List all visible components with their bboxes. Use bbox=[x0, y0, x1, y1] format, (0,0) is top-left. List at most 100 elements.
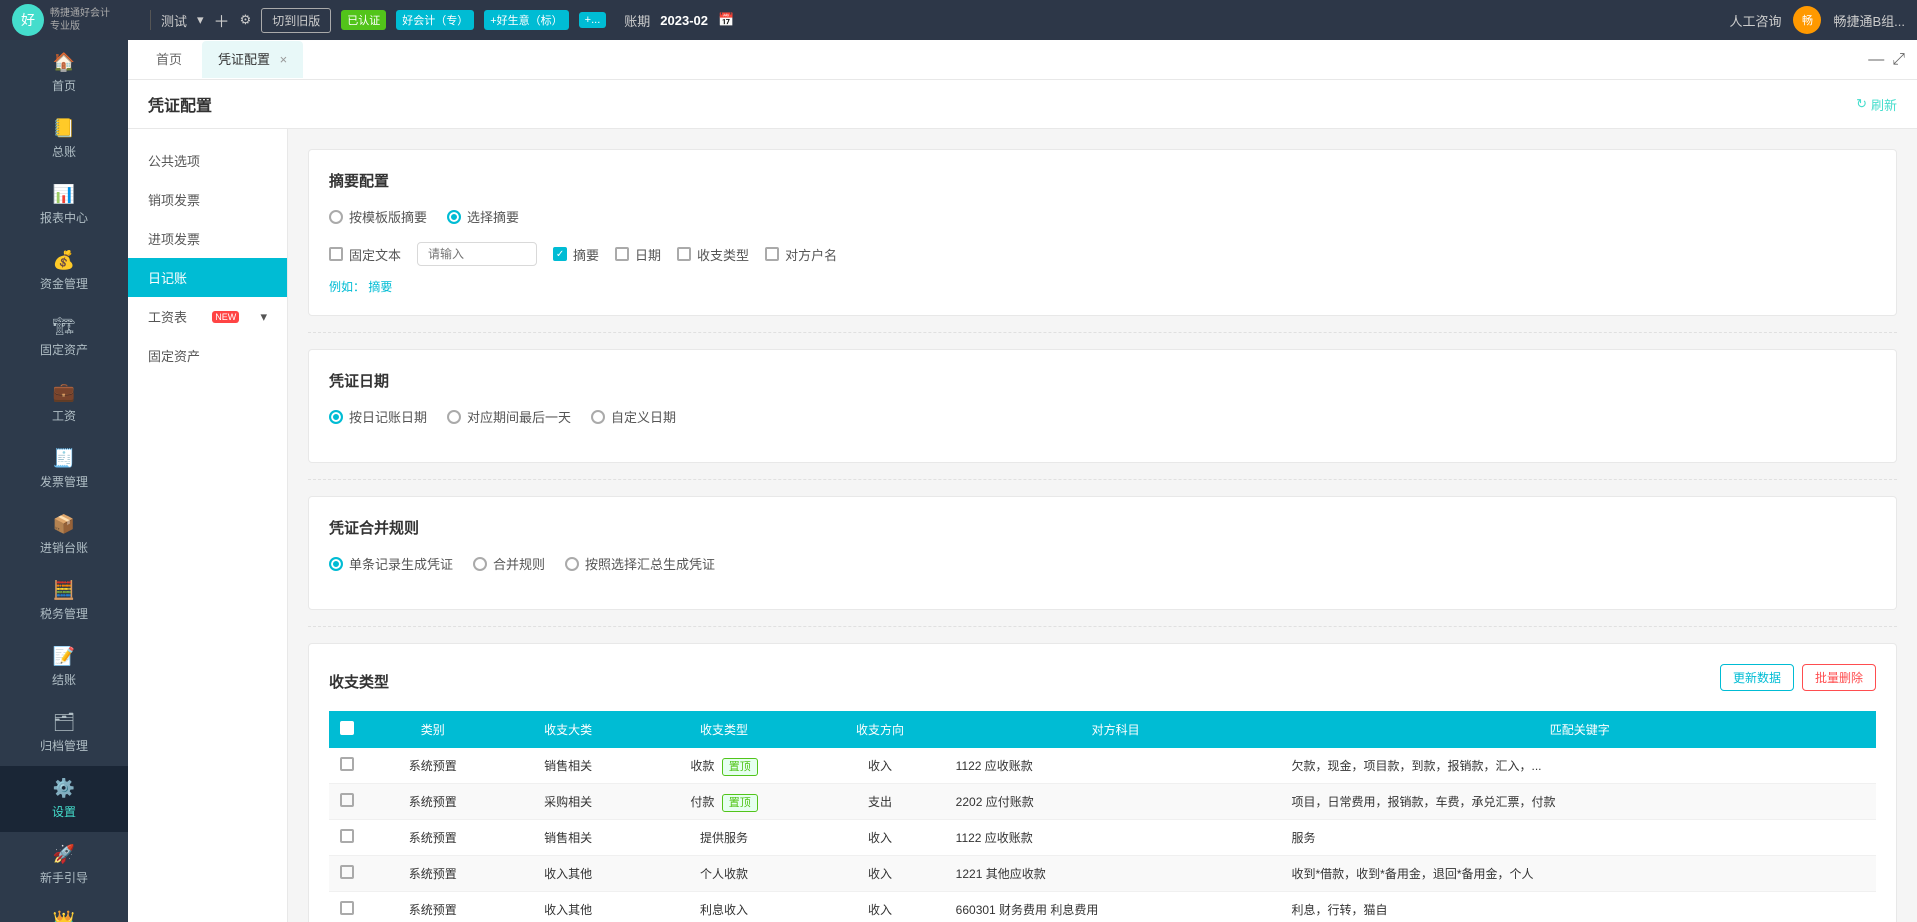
row5-checkbox[interactable] bbox=[329, 892, 365, 922]
sidebar-item-salary[interactable]: 💼 工资 bbox=[0, 370, 128, 436]
summary-radio-select[interactable]: 选择摘要 bbox=[447, 207, 519, 226]
row3-category: 系统预置 bbox=[365, 820, 500, 856]
counterpart-checkbox bbox=[765, 247, 779, 261]
refresh-button[interactable]: ↻ 刷新 bbox=[1856, 95, 1897, 114]
sidebar-item-archive[interactable]: 🗂 归档管理 bbox=[0, 700, 128, 766]
switch-version-button[interactable]: 切到旧版 bbox=[261, 8, 331, 33]
sidebar-item-fixed-assets[interactable]: 🏗 固定资产 bbox=[0, 304, 128, 370]
sidebar-item-purchase[interactable]: 📦 进销台账 bbox=[0, 502, 128, 568]
select-all-checkbox[interactable] bbox=[340, 721, 354, 735]
invoice-icon: 🧾 bbox=[53, 448, 75, 469]
payroll-arrow-icon: ▾ bbox=[260, 309, 267, 325]
left-nav-fixed-assets-sub[interactable]: 固定资产 bbox=[128, 336, 287, 375]
row4-checkbox[interactable] bbox=[329, 856, 365, 892]
sidebar-item-home[interactable]: 🏠 首页 bbox=[0, 40, 128, 106]
summary-radio-template[interactable]: 按模板版摘要 bbox=[329, 207, 427, 226]
row5-major: 收入其他 bbox=[500, 892, 635, 922]
sidebar-item-ledger[interactable]: 📒 总账 bbox=[0, 106, 128, 172]
right-content: 摘要配置 按模板版摘要 选择摘要 bbox=[288, 129, 1917, 922]
left-nav-payroll[interactable]: 工资表 NEW ▾ bbox=[128, 297, 287, 336]
sidebar-label-reports: 报表中心 bbox=[40, 209, 88, 226]
period-value: 2023-02 bbox=[660, 13, 708, 28]
merge-radio-select-total-circle bbox=[565, 557, 579, 571]
tab-close-icon[interactable]: × bbox=[280, 52, 288, 67]
merge-radio-select-total[interactable]: 按照选择汇总生成凭证 bbox=[565, 554, 715, 573]
checkbox-income-type[interactable]: 收支类型 bbox=[677, 245, 749, 264]
reports-icon: 📊 bbox=[53, 184, 75, 205]
row1-category: 系统预置 bbox=[365, 748, 500, 784]
sidebar-label-purchase: 进销台账 bbox=[40, 539, 88, 556]
left-nav-sales-invoice[interactable]: 销项发票 bbox=[128, 180, 287, 219]
sidebar-item-reports[interactable]: 📊 报表中心 bbox=[0, 172, 128, 238]
sidebar-label-closing: 结账 bbox=[52, 671, 76, 688]
topbar-dropdown-icon[interactable]: ▾ bbox=[197, 12, 204, 28]
row3-account: 1122 应收账款 bbox=[948, 820, 1284, 856]
date-radio-custom[interactable]: 自定义日期 bbox=[591, 407, 676, 426]
brand-icon: 好 bbox=[12, 4, 44, 36]
left-nav-purchase-invoice[interactable]: 进项发票 bbox=[128, 219, 287, 258]
checkbox-date[interactable]: 日期 bbox=[615, 245, 661, 264]
row1-checkbox[interactable] bbox=[329, 748, 365, 784]
sidebar-item-funds[interactable]: 💰 资金管理 bbox=[0, 238, 128, 304]
row2-checkbox-box[interactable] bbox=[340, 793, 354, 807]
date-radio-journal[interactable]: 按日记账日期 bbox=[329, 407, 427, 426]
summary-radio-template-circle bbox=[329, 210, 343, 224]
merge-rules-radio-group: 单条记录生成凭证 合并规则 按照选择汇总生成凭证 bbox=[329, 554, 1876, 573]
closing-icon: 📝 bbox=[53, 646, 75, 667]
fixed-text-checkbox bbox=[329, 247, 343, 261]
archive-icon: 🗂 bbox=[53, 712, 76, 733]
row5-type: 利息收入 bbox=[636, 892, 812, 922]
refresh-icon: ↻ bbox=[1856, 96, 1867, 112]
calendar-icon[interactable]: 📅 bbox=[718, 12, 734, 28]
left-nav-journal[interactable]: 日记账 bbox=[128, 258, 287, 297]
row3-checkbox-box[interactable] bbox=[340, 829, 354, 843]
merge-radio-single-circle bbox=[329, 557, 343, 571]
product-tag1: 好会计（专） bbox=[396, 10, 474, 30]
row5-account: 660301 财务费用 利息费用 bbox=[948, 892, 1284, 922]
merge-radio-merge[interactable]: 合并规则 bbox=[473, 554, 545, 573]
sidebar-item-guide[interactable]: 🚀 新手引导 bbox=[0, 832, 128, 898]
salary-icon: 💼 bbox=[53, 382, 75, 403]
th-account: 对方科目 bbox=[948, 711, 1284, 748]
row4-checkbox-box[interactable] bbox=[340, 865, 354, 879]
sidebar-item-tax[interactable]: 🧮 税务管理 bbox=[0, 568, 128, 634]
brand-area: 好 畅捷通好会计 专业版 bbox=[12, 4, 140, 36]
th-checkbox[interactable] bbox=[329, 711, 365, 748]
date-radio-journal-circle bbox=[329, 410, 343, 424]
merge-radio-single[interactable]: 单条记录生成凭证 bbox=[329, 554, 453, 573]
row4-account: 1221 其他应收款 bbox=[948, 856, 1284, 892]
checkbox-summary[interactable]: ✓ 摘要 bbox=[553, 245, 599, 264]
sidebar-item-vip[interactable]: 👑 畅会员 bbox=[0, 898, 128, 922]
row3-checkbox[interactable] bbox=[329, 820, 365, 856]
sidebar-item-invoice[interactable]: 🧾 发票管理 bbox=[0, 436, 128, 502]
voucher-date-section: 凭证日期 按日记账日期 对应期间最后一天 bbox=[308, 349, 1897, 463]
tab-voucher-config[interactable]: 凭证配置 × bbox=[202, 41, 303, 78]
checkbox-fixed-text[interactable]: 固定文本 bbox=[329, 245, 401, 264]
checkbox-counterpart[interactable]: 对方户名 bbox=[765, 245, 837, 264]
row1-checkbox-box[interactable] bbox=[340, 757, 354, 771]
sidebar-label-tax: 税务管理 bbox=[40, 605, 88, 622]
sidebar-item-closing[interactable]: 📝 结账 bbox=[0, 634, 128, 700]
row2-checkbox[interactable] bbox=[329, 784, 365, 820]
sidebar-label-archive: 归档管理 bbox=[40, 737, 88, 754]
divider-1 bbox=[308, 332, 1897, 333]
update-data-button[interactable]: 更新数据 bbox=[1720, 664, 1794, 691]
topbar: 好 畅捷通好会计 专业版 测试 ▾ ＋ ⚙ 切到旧版 已认证 好会计（专） +好… bbox=[0, 0, 1917, 40]
sidebar-item-settings[interactable]: ⚙️ 设置 bbox=[0, 766, 128, 832]
row5-checkbox-box[interactable] bbox=[340, 901, 354, 915]
topbar-add-icon[interactable]: ＋ bbox=[214, 8, 230, 32]
date-radio-last[interactable]: 对应期间最后一天 bbox=[447, 407, 571, 426]
batch-delete-button[interactable]: 批量删除 bbox=[1802, 664, 1876, 691]
merge-radio-merge-circle bbox=[473, 557, 487, 571]
tab-expand-button[interactable]: ⤢ bbox=[1892, 51, 1905, 69]
user-avatar[interactable]: 畅 bbox=[1793, 6, 1821, 34]
tab-minimize-button[interactable]: — bbox=[1868, 51, 1884, 69]
left-nav-public[interactable]: 公共选项 bbox=[128, 141, 287, 180]
page-title: 凭证配置 bbox=[148, 92, 212, 116]
tab-home[interactable]: 首页 bbox=[140, 41, 198, 78]
help-link[interactable]: 人工咨询 bbox=[1729, 11, 1781, 30]
topbar-settings-icon[interactable]: ⚙ bbox=[240, 12, 252, 28]
home-icon: 🏠 bbox=[53, 52, 75, 73]
table-head: 类别 收支大类 收支类型 收支方向 对方科目 匹配关键字 bbox=[329, 711, 1876, 748]
fixed-text-input[interactable] bbox=[417, 242, 537, 266]
